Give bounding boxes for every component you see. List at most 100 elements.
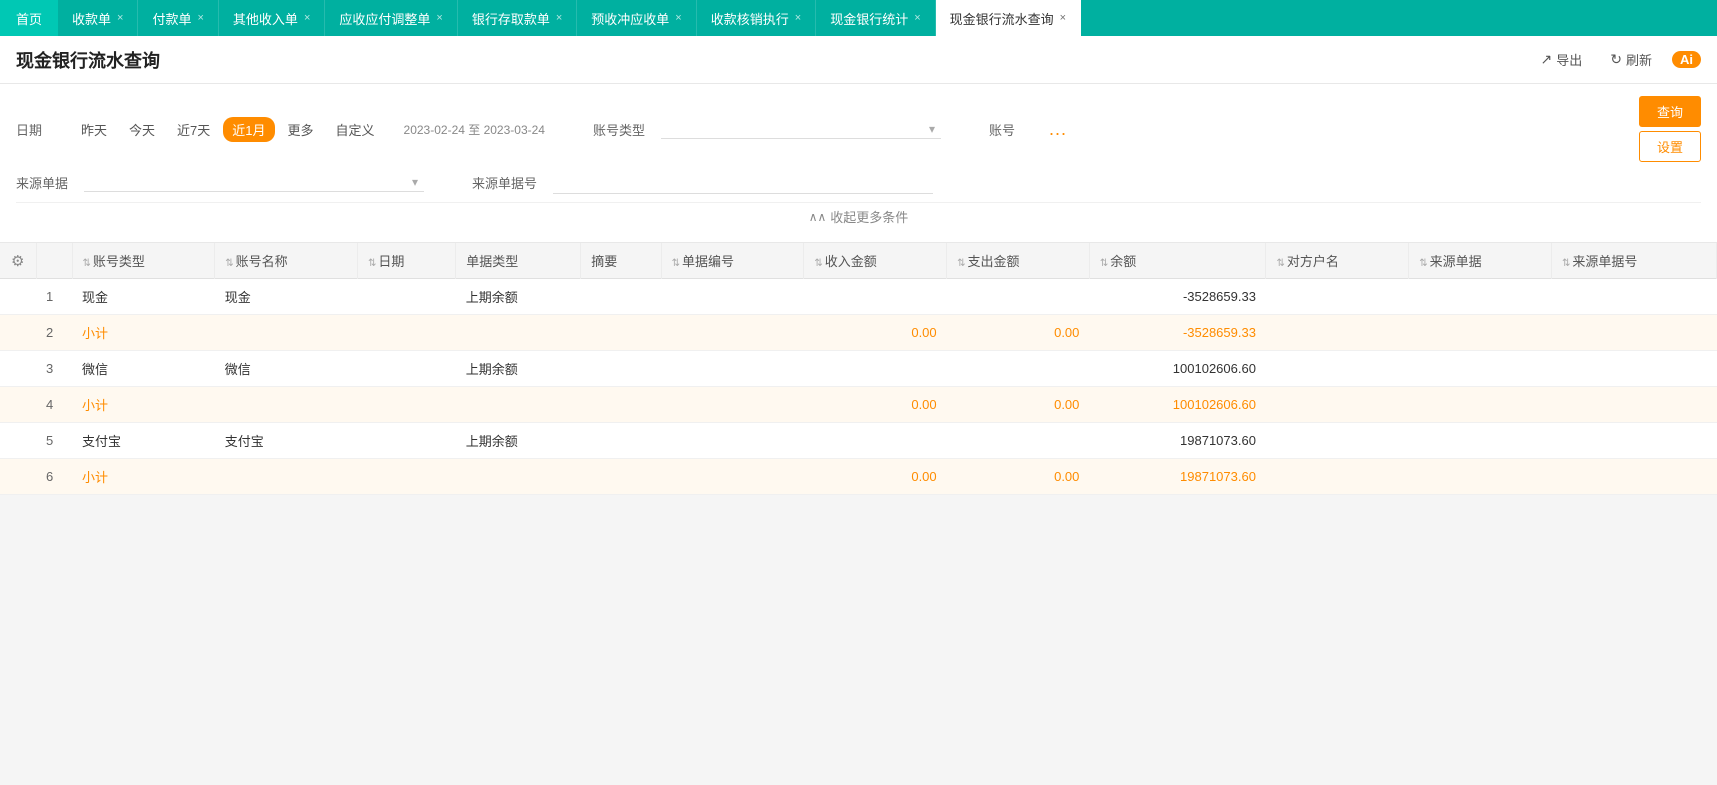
nav-home[interactable]: 首页: [0, 0, 58, 36]
refresh-icon: ↻: [1610, 51, 1622, 68]
table-cell-source_doc_no: [1551, 351, 1716, 387]
nav-tab-label: 收款核销执行: [711, 9, 789, 28]
nav-tab[interactable]: 其他收入单×: [219, 0, 325, 36]
refresh-button[interactable]: ↻ 刷新: [1602, 46, 1660, 73]
nav-tab[interactable]: 收款单 ×: [58, 0, 138, 36]
table-body: 1现金现金上期余额-3528659.332小计0.000.00-3528659.…: [0, 279, 1717, 495]
sort-arrows-icon: ⇅: [368, 258, 376, 269]
account-type-select[interactable]: ▾: [661, 120, 941, 139]
table-cell-account_name: 现金: [215, 279, 358, 315]
nav-tab[interactable]: 应收应付调整单×: [325, 0, 457, 36]
col-label: 账号类型: [93, 254, 145, 269]
query-button[interactable]: 查询: [1639, 96, 1701, 127]
account-label: 账号: [989, 120, 1029, 139]
date-option-btn[interactable]: 今天: [120, 117, 164, 142]
table-column-header-summary: 摘要: [581, 243, 661, 279]
table-cell-account_type: 小计: [72, 459, 215, 495]
table-cell-income: [804, 423, 947, 459]
tab-close-icon[interactable]: ×: [675, 12, 681, 24]
table-cell-balance: -3528659.33: [1089, 315, 1266, 351]
nav-tab[interactable]: 现金银行流水查询×: [936, 0, 1081, 36]
table-cell-settings: [0, 279, 36, 315]
table-cell-summary: [581, 459, 661, 495]
tab-close-icon[interactable]: ×: [556, 12, 562, 24]
date-option-btn[interactable]: 近7天: [168, 117, 219, 142]
date-option-btn[interactable]: 昨天: [72, 117, 116, 142]
export-icon: ↗: [1541, 51, 1553, 68]
table-cell-index: 6: [36, 459, 72, 495]
table-cell-doc_type: [456, 387, 581, 423]
col-label: 单据编号: [682, 254, 734, 269]
table-column-header-balance[interactable]: ⇅余额: [1089, 243, 1266, 279]
table-cell-balance: 100102606.60: [1089, 351, 1266, 387]
table-cell-source_doc_no: [1551, 315, 1716, 351]
source-doc-no-input[interactable]: [553, 170, 933, 194]
table-cell-source_doc_no: [1551, 387, 1716, 423]
table-cell-date: [358, 279, 456, 315]
export-button[interactable]: ↗ 导出: [1533, 46, 1591, 73]
table-column-header-counterpart[interactable]: ⇅对方户名: [1266, 243, 1409, 279]
nav-tab-label: 收款单: [72, 9, 111, 28]
table-cell-source_doc_no: [1551, 423, 1716, 459]
sort-arrows-icon: ⇅: [672, 258, 680, 269]
table-column-header-source_doc[interactable]: ⇅来源单据: [1409, 243, 1552, 279]
source-doc-select[interactable]: ▾: [84, 173, 424, 192]
table-cell-doc_no: [661, 279, 804, 315]
nav-tab[interactable]: 付款单×: [138, 0, 218, 36]
table-row: 5支付宝支付宝上期余额19871073.60: [0, 423, 1717, 459]
col-label: 余额: [1110, 254, 1136, 269]
date-option-btn[interactable]: 近1月: [223, 117, 274, 142]
account-type-label: 账号类型: [593, 120, 645, 139]
nav-tab-label: 银行存取款单: [472, 9, 550, 28]
table-cell-account_name: 微信: [215, 351, 358, 387]
table-settings-icon[interactable]: ⚙: [11, 253, 24, 270]
table-cell-date: [358, 423, 456, 459]
tab-close-icon[interactable]: ×: [1060, 12, 1066, 24]
date-option-btn[interactable]: 自定义: [327, 117, 384, 142]
table-column-header-account_type[interactable]: ⇅账号类型: [72, 243, 215, 279]
table-column-header-doc_no[interactable]: ⇅单据编号: [661, 243, 804, 279]
table-cell-doc_type: [456, 459, 581, 495]
table-cell-source_doc_no: [1551, 279, 1716, 315]
table-cell-income: [804, 279, 947, 315]
table-row: 2小计0.000.00-3528659.33: [0, 315, 1717, 351]
table-column-header-date[interactable]: ⇅日期: [358, 243, 456, 279]
tab-close-icon[interactable]: ×: [795, 12, 801, 24]
collapse-more-btn[interactable]: ∧∧ 收起更多条件: [16, 202, 1701, 230]
tab-close-icon[interactable]: ×: [304, 12, 310, 24]
table-cell-income: 0.00: [804, 315, 947, 351]
tab-close-icon[interactable]: ×: [197, 12, 203, 24]
export-label: 导出: [1556, 50, 1582, 69]
table-cell-index: 2: [36, 315, 72, 351]
table-column-header-income[interactable]: ⇅收入金额: [804, 243, 947, 279]
sort-arrows-icon: ⇅: [83, 258, 91, 269]
collapse-label: 收起更多条件: [830, 207, 908, 226]
nav-home-label: 首页: [16, 9, 42, 28]
table-cell-summary: [581, 387, 661, 423]
date-option-btn[interactable]: 更多: [279, 117, 323, 142]
table-cell-account_name: [215, 459, 358, 495]
table-column-header-source_doc_no[interactable]: ⇅来源单据号: [1551, 243, 1716, 279]
col-label: 对方户名: [1287, 254, 1339, 269]
col-label: 摘要: [591, 254, 617, 269]
col-label: 日期: [378, 254, 404, 269]
table-cell-source_doc: [1409, 315, 1552, 351]
table-column-header-account_name[interactable]: ⇅账号名称: [215, 243, 358, 279]
tab-close-icon[interactable]: ×: [436, 12, 442, 24]
ai-button[interactable]: Ai: [1672, 51, 1701, 68]
sort-arrows-icon: ⇅: [225, 258, 233, 269]
tab-close-icon[interactable]: ×: [117, 12, 123, 24]
settings-button[interactable]: 设置: [1639, 131, 1701, 162]
account-dots-button[interactable]: ...: [1045, 119, 1071, 140]
table-cell-source_doc: [1409, 279, 1552, 315]
nav-tab[interactable]: 预收冲应收单×: [577, 0, 696, 36]
nav-tab[interactable]: 现金银行统计×: [816, 0, 935, 36]
table-row: 3微信微信上期余额100102606.60: [0, 351, 1717, 387]
page-title: 现金银行流水查询: [16, 47, 160, 73]
table-column-header-expense[interactable]: ⇅支出金额: [947, 243, 1090, 279]
table-cell-account_type: 现金: [72, 279, 215, 315]
table-cell-balance: 100102606.60: [1089, 387, 1266, 423]
nav-tab[interactable]: 银行存取款单 ×: [458, 0, 577, 36]
nav-tab[interactable]: 收款核销执行 ×: [697, 0, 816, 36]
tab-close-icon[interactable]: ×: [914, 12, 920, 24]
